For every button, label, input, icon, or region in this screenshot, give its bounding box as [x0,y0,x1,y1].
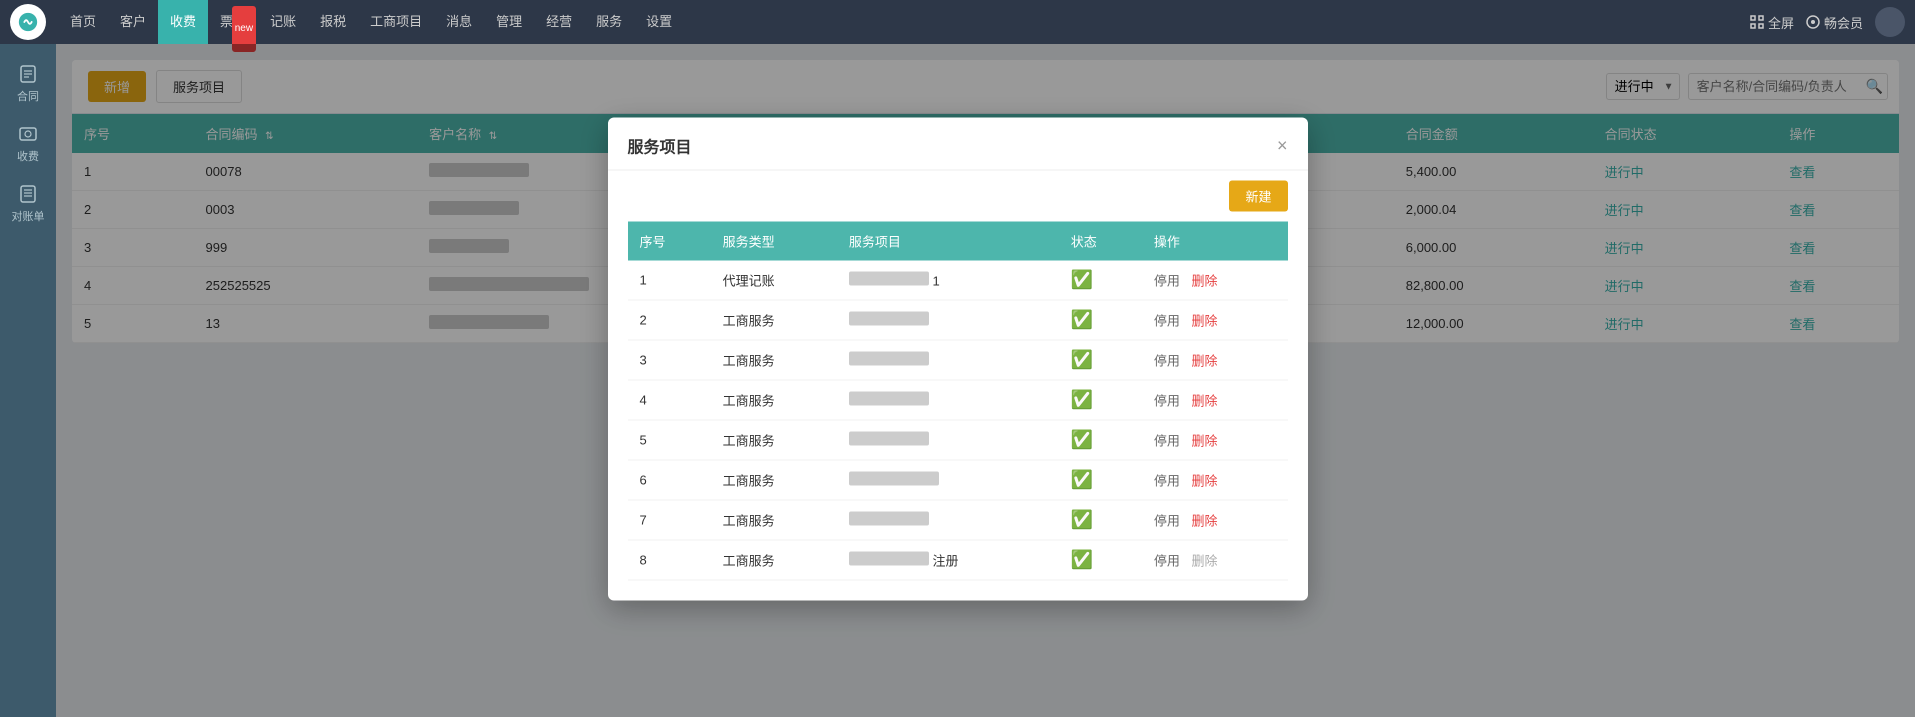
list-item: 7 工商服务 ✅ 停用 删除 [628,500,1288,540]
stop-button[interactable]: 停用 [1154,353,1180,368]
delete-button[interactable]: 删除 [1192,393,1218,408]
service-item-blur [849,351,929,365]
list-item: 6 工商服务 ✅ 停用 删除 [628,460,1288,500]
status-check-icon: ✅ [1071,389,1093,409]
modal-toolbar: 新建 [608,170,1308,221]
nav-manage[interactable]: 管理 [484,0,534,44]
sidebar-fee-label: 收费 [17,148,39,164]
nav-service[interactable]: 服务 [584,0,634,44]
status-check-icon: ✅ [1071,509,1093,529]
modal-col-type: 服务类型 [711,221,837,260]
nav-bill[interactable]: 票据 new [208,0,258,44]
modal-col-action: 操作 [1142,221,1288,260]
service-item-blur [849,471,939,485]
sidebar-item-fee[interactable]: 收费 [0,114,56,174]
nav-settings[interactable]: 设置 [634,0,684,44]
list-item: 1 代理记账 1 ✅ 停用 删除 [628,260,1288,300]
sidebar-item-statement[interactable]: 对账单 [0,174,56,234]
list-item: 5 工商服务 ✅ 停用 删除 [628,420,1288,460]
list-item: 2 工商服务 ✅ 停用 删除 [628,300,1288,340]
delete-button[interactable]: 删除 [1192,433,1218,448]
modal-header: 服务项目 × [608,117,1308,170]
modal-col-seq: 序号 [628,221,711,260]
modal-title: 服务项目 [628,133,692,157]
modal-close-button[interactable]: × [1277,136,1288,154]
stop-button[interactable]: 停用 [1154,313,1180,328]
status-check-icon: ✅ [1071,429,1093,449]
service-item-blur [849,311,929,325]
delete-button[interactable]: 删除 [1192,513,1218,528]
nav-right: 全屏 畅会员 [1750,7,1905,37]
list-item: 8 工商服务 注册 ✅ 停用 删除 [628,540,1288,580]
status-check-icon: ✅ [1071,349,1093,369]
fee-icon [18,124,38,144]
nav-customer[interactable]: 客户 [108,0,158,44]
stop-button[interactable]: 停用 [1154,273,1180,288]
service-item-blur [849,511,929,525]
status-check-icon: ✅ [1071,469,1093,489]
service-item-blur [849,271,929,285]
delete-button[interactable]: 删除 [1192,473,1218,488]
nav-message[interactable]: 消息 [434,0,484,44]
service-item-blur [849,551,929,565]
stop-button[interactable]: 停用 [1154,513,1180,528]
modal-table-header: 序号 服务类型 服务项目 状态 操作 [628,221,1288,260]
modal-body: 序号 服务类型 服务项目 状态 操作 1 代理记账 1 ✅ 停用 [608,221,1308,600]
member-button[interactable]: 畅会员 [1806,13,1863,32]
sidebar-item-contract[interactable]: 合同 [0,54,56,114]
status-check-icon: ✅ [1071,309,1093,329]
delete-button[interactable]: 删除 [1192,273,1218,288]
delete-button[interactable]: 删除 [1192,313,1218,328]
stop-button[interactable]: 停用 [1154,473,1180,488]
status-check-icon: ✅ [1071,269,1093,289]
modal-col-item: 服务项目 [837,221,1059,260]
stop-button[interactable]: 停用 [1154,393,1180,408]
status-check-icon: ✅ [1071,549,1093,569]
delete-button[interactable]: 删除 [1192,353,1218,368]
nav-fee[interactable]: 收费 [158,0,208,44]
nav-bookkeeping[interactable]: 记账 [258,0,308,44]
stop-button[interactable]: 停用 [1154,433,1180,448]
service-items-modal: 服务项目 × 新建 序号 服务类型 服务项目 状态 操作 1 [608,117,1308,600]
service-item-blur [849,431,929,445]
fullscreen-label: 全屏 [1768,13,1794,32]
contract-icon [18,64,38,84]
nav-operation[interactable]: 经营 [534,0,584,44]
app-logo[interactable] [10,4,46,40]
delete-button-disabled: 删除 [1192,553,1218,568]
nav-tax[interactable]: 报税 [308,0,358,44]
service-items-table: 序号 服务类型 服务项目 状态 操作 1 代理记账 1 ✅ 停用 [628,221,1288,580]
modal-col-status: 状态 [1059,221,1142,260]
nav-home[interactable]: 首页 [58,0,108,44]
list-item: 4 工商服务 ✅ 停用 删除 [628,380,1288,420]
fullscreen-button[interactable]: 全屏 [1750,13,1794,32]
modal-new-button[interactable]: 新建 [1229,180,1287,211]
statement-icon [18,184,38,204]
list-item: 3 工商服务 ✅ 停用 删除 [628,340,1288,380]
modal-table-body: 1 代理记账 1 ✅ 停用 删除 2 工商服务 ✅ [628,260,1288,580]
user-avatar[interactable] [1875,7,1905,37]
nav-commerce[interactable]: 工商项目 [358,0,434,44]
sidebar-statement-label: 对账单 [12,208,45,224]
service-item-blur [849,391,929,405]
modal-body-wrapper: 序号 服务类型 服务项目 状态 操作 1 代理记账 1 ✅ 停用 [608,221,1308,600]
top-nav: 首页 客户 收费 票据 new 记账 报税 工商项目 消息 管理 经营 服务 设… [0,0,1915,44]
member-label: 畅会员 [1824,13,1863,32]
stop-button[interactable]: 停用 [1154,553,1180,568]
sidebar-contract-label: 合同 [17,88,39,104]
sidebar: 合同 收费 对账单 [0,44,56,717]
